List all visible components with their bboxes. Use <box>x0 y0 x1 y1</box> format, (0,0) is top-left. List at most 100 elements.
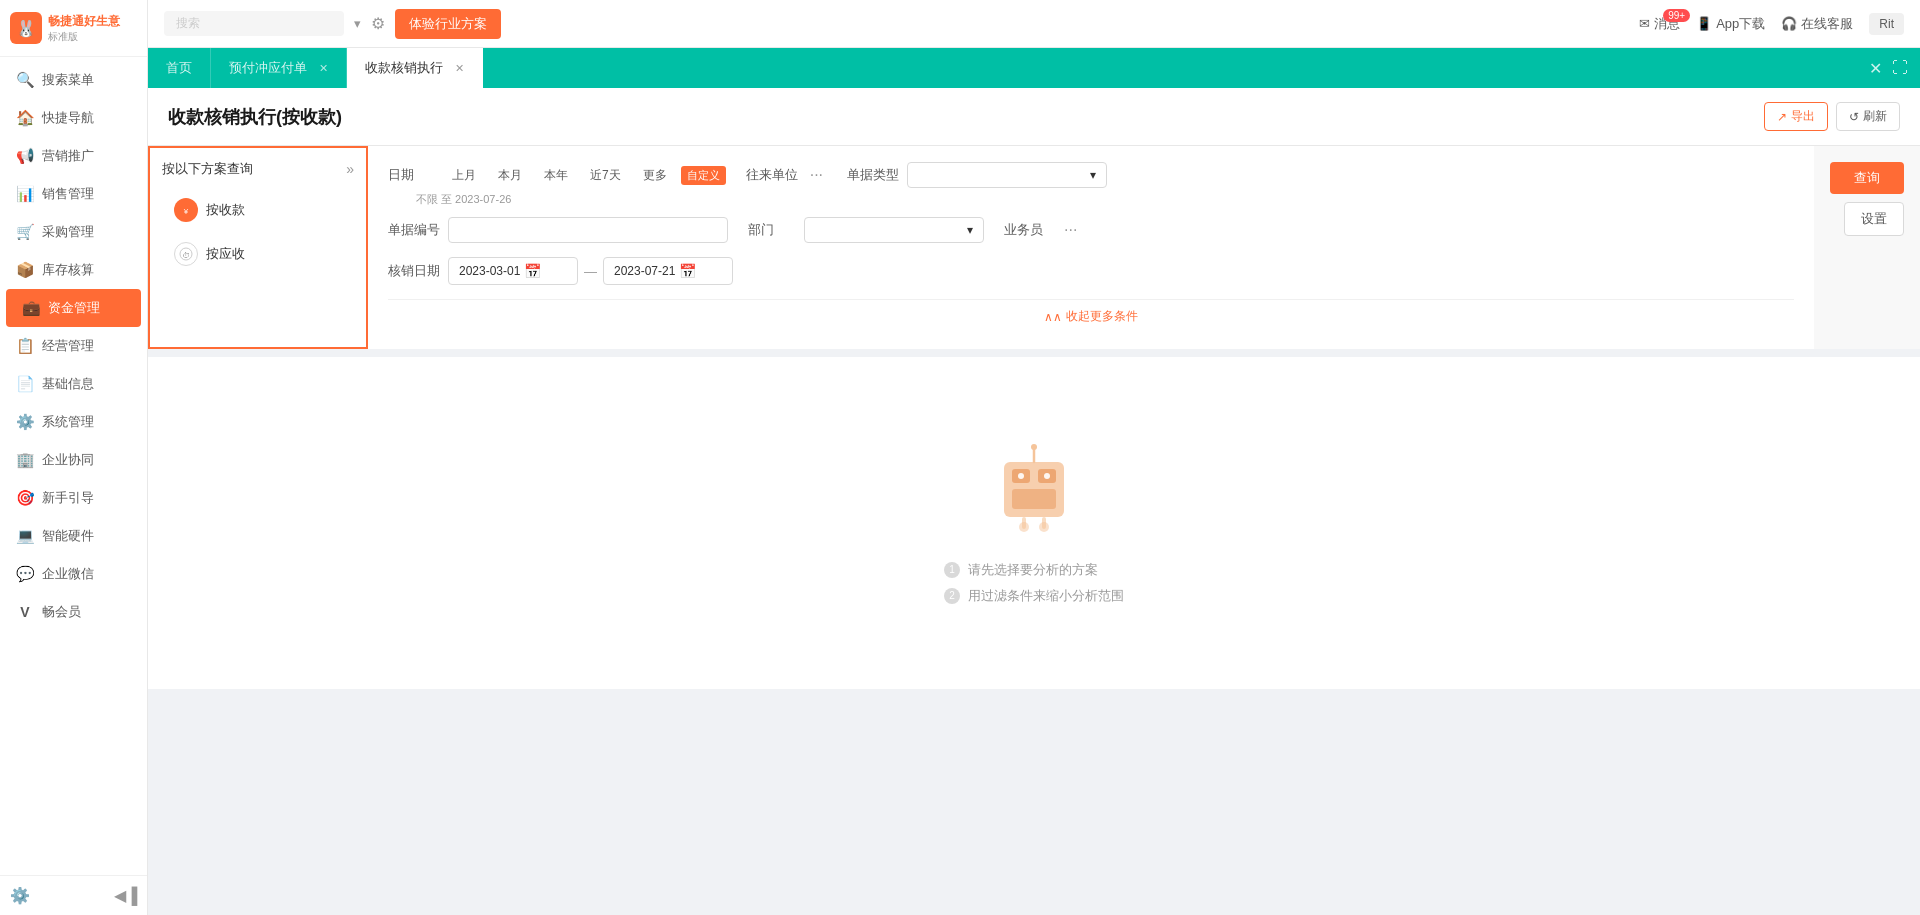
svg-text:⏱: ⏱ <box>182 251 190 260</box>
sidebar-item-search[interactable]: 🔍 搜索菜单 <box>0 61 147 99</box>
voucher-type-select[interactable]: ▾ <box>907 162 1107 188</box>
collapse-more-btn[interactable]: ∧∧ 收起更多条件 <box>388 299 1794 333</box>
header-search-box[interactable]: 搜索 <box>164 11 344 36</box>
date-dash: — <box>584 264 597 279</box>
sidebar-logo: 🐰 畅捷通好生意 标准版 <box>0 0 147 57</box>
online-service-button[interactable]: 🎧 在线客服 <box>1781 15 1853 33</box>
writeoff-date-end[interactable]: 2023-07-21 📅 <box>603 257 733 285</box>
refresh-icon: ↺ <box>1849 110 1859 124</box>
sidebar-item-member[interactable]: V 畅会员 <box>0 593 147 631</box>
empty-state: 1 请先选择要分析的方案 2 用过滤条件来缩小分析范围 <box>148 357 1920 689</box>
marketing-icon: 📢 <box>16 147 34 165</box>
user-profile[interactable]: Rit <box>1869 13 1904 35</box>
tab-bar-actions: ✕ ⛶ <box>1857 48 1920 88</box>
sidebar-item-sales[interactable]: 📊 销售管理 <box>0 175 147 213</box>
message-badge: 99+ <box>1663 9 1690 22</box>
sidebar-item-label: 快捷导航 <box>42 109 94 127</box>
filter-row-2: 单据编号 部门 ▾ <box>388 217 1794 243</box>
header-gear-icon[interactable]: ⚙ <box>371 14 385 33</box>
header-right: ✉ 消息 99+ 📱 App下载 🎧 在线客服 Rit <box>1639 13 1904 35</box>
voucher-no-input[interactable] <box>448 217 728 243</box>
date-btn-this-month[interactable]: 本月 <box>490 164 530 187</box>
voucher-type-field: 单据类型 ▾ <box>847 162 1107 188</box>
sidebar-item-operations[interactable]: 📋 经营管理 <box>0 327 147 365</box>
date-btn-custom[interactable]: 自定义 <box>681 166 726 185</box>
sales-icon: 📊 <box>16 185 34 203</box>
date-btn-more[interactable]: 更多 <box>635 164 675 187</box>
app-download-button[interactable]: 📱 App下载 <box>1696 15 1765 33</box>
writeoff-date-start[interactable]: 2023-03-01 📅 <box>448 257 578 285</box>
main-area: 搜索 ▾ ⚙ 体验行业方案 ✉ 消息 99+ 📱 App下载 🎧 在线客服 Ri… <box>148 0 1920 915</box>
collapse-sidebar-icon[interactable]: ◀▐ <box>114 886 137 905</box>
sidebar-item-label: 经营管理 <box>42 337 94 355</box>
message-button[interactable]: ✉ 消息 99+ <box>1639 15 1680 33</box>
sidebar-item-basic-info[interactable]: 📄 基础信息 <box>0 365 147 403</box>
refresh-button[interactable]: ↺ 刷新 <box>1836 102 1900 131</box>
sidebar-item-label: 搜索菜单 <box>42 71 94 89</box>
tab-prepay-close-icon[interactable]: ✕ <box>319 62 328 75</box>
enterprise-icon: 🏢 <box>16 451 34 469</box>
writeoff-date-field: 核销日期 2023-03-01 📅 — 2023-07-21 <box>388 257 733 285</box>
filter-collapse-icon[interactable]: » <box>346 161 354 177</box>
filter-row-3: 核销日期 2023-03-01 📅 — 2023-07-21 <box>388 257 1794 285</box>
svg-rect-7 <box>1012 489 1056 509</box>
sidebar-item-system[interactable]: ⚙️ 系统管理 <box>0 403 147 441</box>
empty-illustration <box>974 437 1094 537</box>
tab-writeoff-close-icon[interactable]: ✕ <box>455 62 464 75</box>
sidebar-item-wechat[interactable]: 💬 企业微信 <box>0 555 147 593</box>
solution-button[interactable]: 体验行业方案 <box>395 9 501 39</box>
tab-expand-icon[interactable]: ⛶ <box>1892 59 1908 77</box>
settings-icon[interactable]: ⚙️ <box>10 886 30 905</box>
tab-home[interactable]: 首页 <box>148 48 211 88</box>
export-button[interactable]: ↗ 导出 <box>1764 102 1828 131</box>
sidebar-item-marketing[interactable]: 📢 营销推广 <box>0 137 147 175</box>
svg-rect-10 <box>1022 517 1026 529</box>
tab-writeoff[interactable]: 收款核销执行 ✕ <box>347 48 483 88</box>
sidebar-item-purchase[interactable]: 🛒 采购管理 <box>0 213 147 251</box>
sidebar-item-enterprise[interactable]: 🏢 企业协同 <box>0 441 147 479</box>
tab-close-icon[interactable]: ✕ <box>1869 59 1882 78</box>
date-btn-last-month[interactable]: 上月 <box>444 164 484 187</box>
empty-tip-2: 2 用过滤条件来缩小分析范围 <box>944 583 1124 609</box>
svg-text:¥: ¥ <box>183 207 189 216</box>
query-button[interactable]: 查询 <box>1830 162 1904 194</box>
date-btn-7days[interactable]: 近7天 <box>582 164 629 187</box>
service-icon: 🎧 <box>1781 16 1797 31</box>
sidebar: 🐰 畅捷通好生意 标准版 🔍 搜索菜单 🏠 快捷导航 📢 营销推广 📊 销售管理… <box>0 0 148 915</box>
sidebar-item-label: 智能硬件 <box>42 527 94 545</box>
tab-prepay-label: 预付冲应付单 <box>229 59 307 77</box>
tip-number-2: 2 <box>944 588 960 604</box>
filter-right-actions: 查询 设置 <box>1814 146 1920 349</box>
sidebar-item-quick-nav[interactable]: 🏠 快捷导航 <box>0 99 147 137</box>
counterparty-label: 往来单位 <box>746 166 798 184</box>
collapse-icon: ∧∧ <box>1044 310 1062 324</box>
page-container: 收款核销执行(按收款) ↗ 导出 ↺ 刷新 按以下方 <box>148 88 1920 915</box>
sidebar-item-finance[interactable]: 💼 资金管理 <box>6 289 141 327</box>
tip-number-1: 1 <box>944 562 960 578</box>
filter-row-1: 日期 上月 本月 本年 近7天 更多 自定义 <box>388 162 1794 188</box>
dept-select[interactable]: ▾ <box>804 217 984 243</box>
tab-home-label: 首页 <box>166 59 192 77</box>
logo-text: 畅捷通好生意 标准版 <box>48 13 120 44</box>
chevron-down-icon[interactable]: ▾ <box>354 16 361 31</box>
voucher-type-label: 单据类型 <box>847 166 899 184</box>
calendar-end-icon[interactable]: 📅 <box>679 263 696 279</box>
sidebar-item-guide[interactable]: 🎯 新手引导 <box>0 479 147 517</box>
sidebar-item-hardware[interactable]: 💻 智能硬件 <box>0 517 147 555</box>
finance-icon: 💼 <box>22 299 40 317</box>
voucher-no-label: 单据编号 <box>388 221 440 239</box>
employee-label: 业务员 <box>1004 221 1052 239</box>
settings-button[interactable]: 设置 <box>1844 202 1904 236</box>
message-icon: ✉ <box>1639 16 1650 31</box>
receivable-icon: ⏱ <box>174 242 198 266</box>
calendar-start-icon[interactable]: 📅 <box>524 263 541 279</box>
tab-prepay[interactable]: 预付冲应付单 ✕ <box>211 48 347 88</box>
query-option-by-receipt[interactable]: ¥ 按收款 <box>162 190 354 230</box>
page-title: 收款核销执行(按收款) <box>168 105 342 129</box>
query-option-by-receivable[interactable]: ⏱ 按应收 <box>162 234 354 274</box>
filter-left-panel: 按以下方案查询 » ¥ 按收款 <box>148 146 368 349</box>
date-sublabel: 不限 至 2023-07-26 <box>416 192 1794 207</box>
sidebar-item-inventory[interactable]: 📦 库存核算 <box>0 251 147 289</box>
date-btn-this-year[interactable]: 本年 <box>536 164 576 187</box>
voucher-no-field: 单据编号 <box>388 217 728 243</box>
